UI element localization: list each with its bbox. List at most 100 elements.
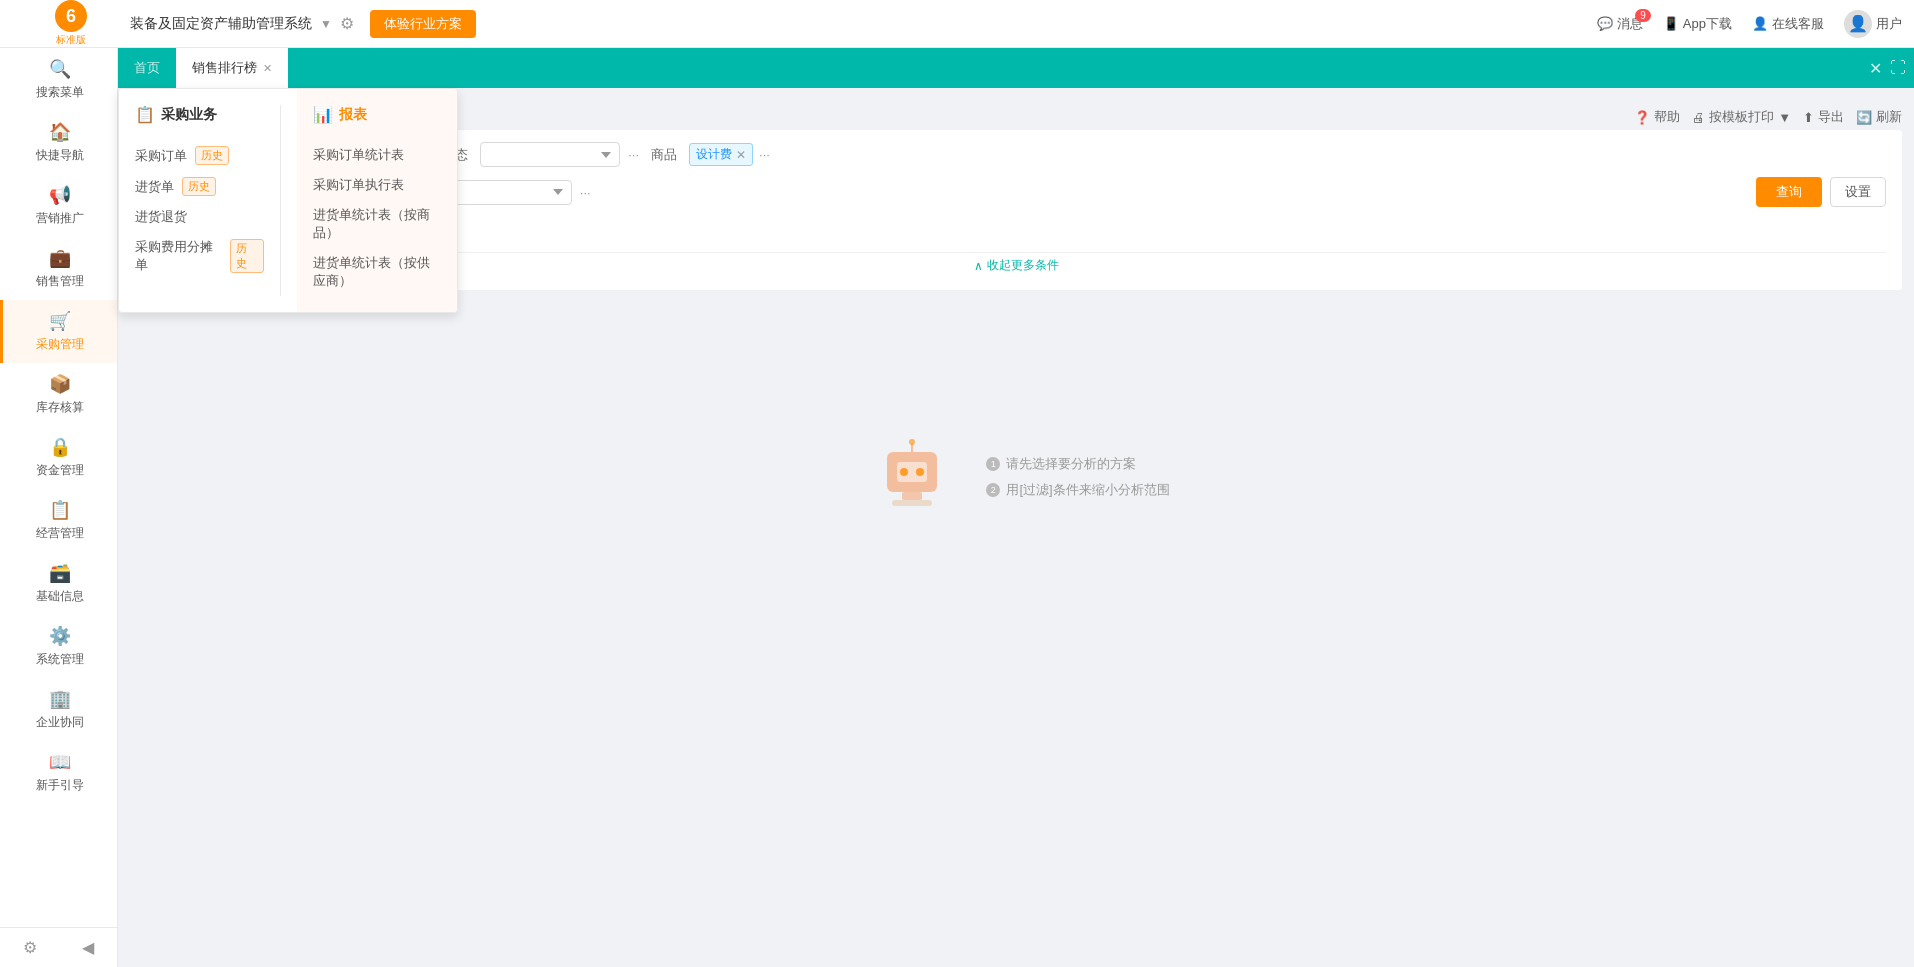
sidebar-item-label: 营销推广 bbox=[36, 210, 84, 227]
app-download-btn[interactable]: 📱 App下载 bbox=[1663, 15, 1732, 33]
sidebar-item-inventory[interactable]: 📦 库存核算 bbox=[0, 363, 117, 426]
salesperson-ellipsis[interactable]: ··· bbox=[580, 185, 591, 200]
svg-rect-4 bbox=[902, 492, 922, 500]
user-btn[interactable]: 👤 用户 bbox=[1844, 10, 1902, 38]
inventory-icon: 📦 bbox=[49, 373, 71, 395]
print-icon: 🖨 bbox=[1692, 110, 1705, 125]
dropdown-item-purchase-arrival[interactable]: 进货单 历史 bbox=[135, 171, 264, 202]
messages-btn[interactable]: 💬 消息 9 bbox=[1597, 15, 1643, 33]
sidebar-item-quick-nav[interactable]: 🏠 快捷导航 bbox=[0, 111, 117, 174]
product-tag-close[interactable]: ✕ bbox=[736, 148, 746, 162]
empty-state: 1 请先选择要分析的方案 2 用[过滤]条件来缩小分析范围 bbox=[130, 302, 1902, 652]
query-btn[interactable]: 查询 bbox=[1756, 177, 1822, 207]
print-dropdown-icon[interactable]: ▼ bbox=[1778, 110, 1791, 125]
dropdown-item-arrival-stat-supplier[interactable]: 进货单统计表（按供应商） bbox=[313, 248, 442, 296]
voucher-status-select[interactable] bbox=[480, 142, 620, 167]
sidebar-item-sales[interactable]: 💼 销售管理 bbox=[0, 237, 117, 300]
dropdown-item-label: 进货退货 bbox=[135, 208, 187, 226]
tab-close-all-btn[interactable]: ✕ bbox=[1869, 59, 1882, 78]
tab-bar: 首页 销售排行榜 ✕ ✕ ⛶ 📋 采购业务 bbox=[118, 48, 1914, 88]
dropdown-overlay: 📋 采购业务 采购订单 历史 进货单 历史 进货退货 bbox=[118, 88, 458, 313]
sidebar-item-label: 库存核算 bbox=[36, 399, 84, 416]
sidebar-item-label: 搜索菜单 bbox=[36, 84, 84, 101]
dropdown-item-label: 进货单 bbox=[135, 178, 174, 196]
sidebar-item-marketing[interactable]: 📢 营销推广 bbox=[0, 174, 117, 237]
sidebar: 🔍 搜索菜单 🏠 快捷导航 📢 营销推广 💼 销售管理 🛒 采购管理 📦 库存核… bbox=[0, 48, 118, 967]
product-ellipsis[interactable]: ··· bbox=[759, 147, 770, 162]
tab-sales-rank[interactable]: 销售排行榜 ✕ bbox=[176, 48, 288, 88]
sidebar-item-base-info[interactable]: 🗃️ 基础信息 bbox=[0, 552, 117, 615]
sidebar-item-purchase[interactable]: 🛒 采购管理 bbox=[0, 300, 117, 363]
help-btn[interactable]: ❓ 帮助 bbox=[1634, 108, 1680, 126]
print-label: 按模板打印 bbox=[1709, 108, 1774, 126]
sidebar-bottom: ⚙ ◀ bbox=[0, 927, 117, 967]
sidebar-item-enterprise[interactable]: 🏢 企业协同 bbox=[0, 678, 117, 741]
dropdown-item-label: 采购费用分摊单 bbox=[135, 238, 222, 274]
dropdown-item-label: 采购订单执行表 bbox=[313, 176, 404, 194]
print-btn[interactable]: 🖨 按模板打印 ▼ bbox=[1692, 108, 1791, 126]
tab-close-icon[interactable]: ✕ bbox=[263, 62, 272, 75]
sidebar-item-label: 经营管理 bbox=[36, 525, 84, 542]
sales-icon: 💼 bbox=[49, 247, 71, 269]
messages-badge: 9 bbox=[1635, 9, 1651, 22]
svg-point-2 bbox=[900, 468, 908, 476]
export-btn[interactable]: ⬆ 导出 bbox=[1803, 108, 1844, 126]
product-label: 商品 bbox=[651, 146, 677, 164]
base-info-icon: 🗃️ bbox=[49, 562, 71, 584]
sidebar-item-label: 基础信息 bbox=[36, 588, 84, 605]
tab-expand-btn[interactable]: ⛶ bbox=[1890, 59, 1906, 77]
sidebar-item-label: 采购管理 bbox=[36, 336, 84, 353]
settings-bottom-btn[interactable]: ⚙ bbox=[23, 938, 37, 957]
dropdown-item-purchase-order[interactable]: 采购订单 历史 bbox=[135, 140, 264, 171]
dropdown-item-purchase-order-stat[interactable]: 采购订单统计表 bbox=[313, 140, 442, 170]
empty-hint-1: 1 请先选择要分析的方案 bbox=[986, 451, 1169, 477]
dropdown-arrow-icon[interactable]: ▼ bbox=[320, 17, 332, 31]
sidebar-item-finance[interactable]: 🔒 资金管理 bbox=[0, 426, 117, 489]
tab-bar-right: ✕ ⛶ bbox=[1869, 48, 1914, 88]
sidebar-item-search[interactable]: 🔍 搜索菜单 bbox=[0, 48, 117, 111]
top-header: 6 标准版 装备及固定资产辅助管理系统 ▼ ⚙ 体验行业方案 💬 消息 9 📱 … bbox=[0, 0, 1914, 48]
purchase-section-title: 📋 采购业务 bbox=[135, 105, 264, 128]
empty-hint-2-text: 用[过滤]条件来缩小分析范围 bbox=[1006, 477, 1169, 503]
newbie-icon: 📖 bbox=[49, 751, 71, 773]
refresh-btn[interactable]: 🔄 刷新 bbox=[1856, 108, 1902, 126]
export-label: 导出 bbox=[1818, 108, 1844, 126]
voucher-status-ellipsis[interactable]: ··· bbox=[628, 147, 639, 162]
marketing-icon: 📢 bbox=[49, 184, 71, 206]
phone-icon: 📱 bbox=[1663, 16, 1679, 31]
trial-button[interactable]: 体验行业方案 bbox=[370, 10, 476, 38]
system-title: 装备及固定资产辅助管理系统 bbox=[130, 15, 312, 33]
dropdown-item-label: 采购订单 bbox=[135, 147, 187, 165]
export-icon: ⬆ bbox=[1803, 110, 1814, 125]
dropdown-item-arrival-stat-product[interactable]: 进货单统计表（按商品） bbox=[313, 200, 442, 248]
logo-icon: 6 bbox=[55, 0, 87, 32]
report-section-icon: 📊 bbox=[313, 105, 333, 124]
menu-divider bbox=[280, 105, 281, 296]
online-service-btn[interactable]: 👤 在线客服 bbox=[1752, 15, 1824, 33]
svg-point-3 bbox=[916, 468, 924, 476]
empty-illustration bbox=[862, 432, 962, 522]
online-service-label: 在线客服 bbox=[1772, 15, 1824, 33]
collapse-label: 收起更多条件 bbox=[987, 257, 1059, 274]
gear-icon[interactable]: ⚙ bbox=[340, 14, 354, 33]
user-label: 用户 bbox=[1876, 15, 1902, 33]
tab-sales-rank-label: 销售排行榜 bbox=[192, 59, 257, 77]
tab-home-label: 首页 bbox=[134, 59, 160, 77]
settings-btn[interactable]: 设置 bbox=[1830, 177, 1886, 207]
dropdown-item-purchase-expense[interactable]: 采购费用分摊单 历史 bbox=[135, 232, 264, 280]
empty-text: 1 请先选择要分析的方案 2 用[过滤]条件来缩小分析范围 bbox=[986, 451, 1169, 503]
sidebar-item-system[interactable]: ⚙️ 系统管理 bbox=[0, 615, 117, 678]
tab-home[interactable]: 首页 bbox=[118, 48, 176, 88]
report-section-title: 📊 报表 bbox=[313, 105, 442, 128]
dropdown-item-purchase-return[interactable]: 进货退货 bbox=[135, 202, 264, 232]
message-icon: 💬 bbox=[1597, 16, 1613, 31]
purchase-section-icon: 📋 bbox=[135, 105, 155, 124]
service-icon: 👤 bbox=[1752, 16, 1768, 31]
help-label: 帮助 bbox=[1654, 108, 1680, 126]
sidebar-item-operations[interactable]: 📋 经营管理 bbox=[0, 489, 117, 552]
dropdown-item-purchase-order-exec[interactable]: 采购订单执行表 bbox=[313, 170, 442, 200]
history-tag: 历史 bbox=[182, 177, 216, 196]
collapse-sidebar-btn[interactable]: ◀ bbox=[82, 938, 94, 957]
report-section-label: 报表 bbox=[339, 106, 367, 124]
sidebar-item-newbie[interactable]: 📖 新手引导 bbox=[0, 741, 117, 804]
